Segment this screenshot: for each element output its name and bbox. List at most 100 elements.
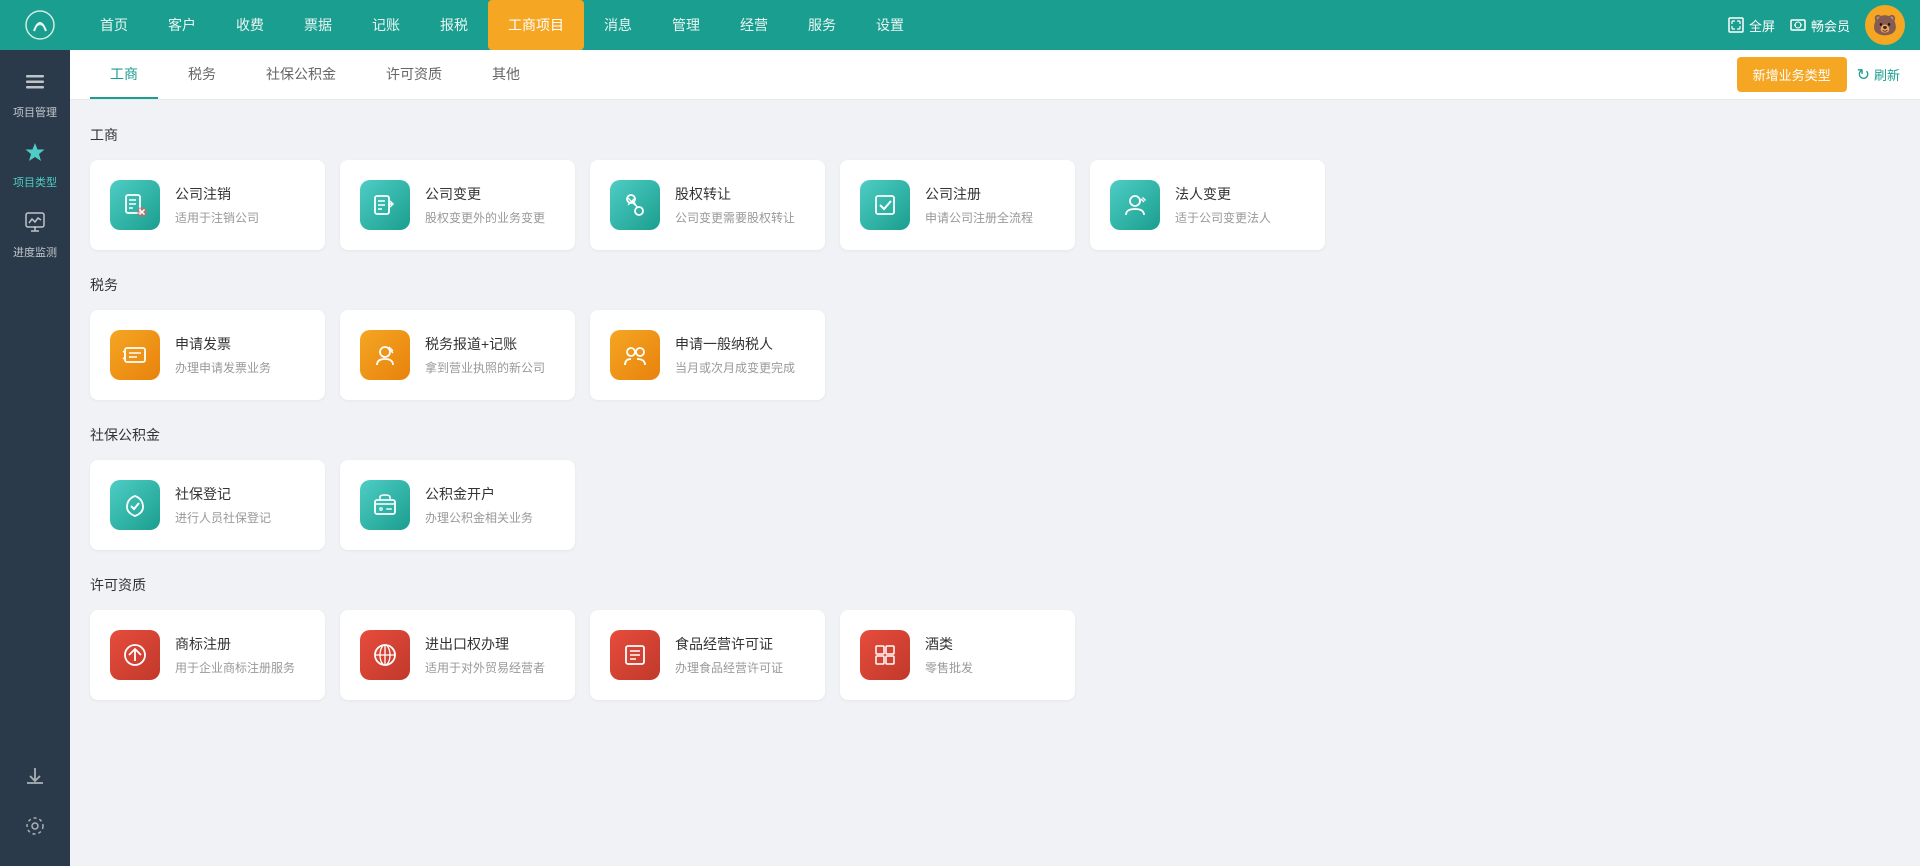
nav-item-设置[interactable]: 设置: [856, 0, 924, 50]
nav-item-工商项目[interactable]: 工商项目: [488, 0, 584, 50]
card-公司注册[interactable]: 公司注册申请公司注册全流程: [840, 160, 1075, 250]
card-公司变更[interactable]: 公司变更股权变更外的业务变更: [340, 160, 575, 250]
card-desc: 股权变更外的业务变更: [425, 209, 555, 226]
card-desc: 公司变更需要股权转让: [675, 209, 805, 226]
sidebar-bottom: [0, 756, 70, 846]
card-info: 法人变更适于公司变更法人: [1175, 184, 1305, 226]
card-title: 社保登记: [175, 484, 305, 504]
card-desc: 拿到营业执照的新公司: [425, 359, 555, 376]
nav-item-客户[interactable]: 客户: [148, 0, 216, 50]
nav-item-管理[interactable]: 管理: [652, 0, 720, 50]
list-icon: [24, 71, 46, 99]
nav-item-消息[interactable]: 消息: [584, 0, 652, 50]
card-税务报道+记账[interactable]: 税务报道+记账拿到营业执照的新公司: [340, 310, 575, 400]
card-desc: 申请公司注册全流程: [925, 209, 1055, 226]
card-title: 酒类: [925, 634, 1055, 654]
card-icon: [1110, 180, 1160, 230]
sidebar-item-project-type[interactable]: 项目类型: [0, 130, 70, 200]
nav-item-收费[interactable]: 收费: [216, 0, 284, 50]
card-info: 商标注册用于企业商标注册服务: [175, 634, 305, 676]
section-工商: 工商公司注销适用于注销公司公司变更股权变更外的业务变更股权转让公司变更需要股权转…: [90, 125, 1900, 250]
card-酒类[interactable]: 酒类零售批发: [840, 610, 1075, 700]
card-食品经营许可证[interactable]: 食品经营许可证办理食品经营许可证: [590, 610, 825, 700]
card-商标注册[interactable]: 商标注册用于企业商标注册服务: [90, 610, 325, 700]
card-desc: 办理公积金相关业务: [425, 509, 555, 526]
tab-社保公积金[interactable]: 社保公积金: [246, 50, 356, 99]
tab-许可资质[interactable]: 许可资质: [366, 50, 462, 99]
card-进出口权办理[interactable]: 进出口权办理适用于对外贸易经营者: [340, 610, 575, 700]
card-info: 申请一般纳税人当月或次月成变更完成: [675, 334, 805, 376]
section-许可资质: 许可资质商标注册用于企业商标注册服务 进出口权办理适用于对外贸易经营者食品经营许可…: [90, 575, 1900, 700]
card-title: 申请发票: [175, 334, 305, 354]
nav-item-票据[interactable]: 票据: [284, 0, 352, 50]
nav-item-首页[interactable]: 首页: [80, 0, 148, 50]
card-icon: [360, 480, 410, 530]
scroll-content[interactable]: 工商公司注销适用于注销公司公司变更股权变更外的业务变更股权转让公司变更需要股权转…: [70, 100, 1920, 866]
cards-grid: 社保登记进行人员社保登记 公积金开户办理公积金相关业务: [90, 460, 1900, 550]
sidebar-label-project-type: 项目类型: [13, 174, 57, 190]
card-申请一般纳税人[interactable]: 申请一般纳税人当月或次月成变更完成: [590, 310, 825, 400]
monitor-icon: [24, 211, 46, 239]
sidebar-label-project-management: 项目管理: [13, 104, 57, 120]
card-title: 股权转让: [675, 184, 805, 204]
card-desc: 用于企业商标注册服务: [175, 659, 305, 676]
card-title: 公司注销: [175, 184, 305, 204]
card-icon: [360, 180, 410, 230]
card-info: 申请发票办理申请发票业务: [175, 334, 305, 376]
card-info: 公司变更股权变更外的业务变更: [425, 184, 555, 226]
card-icon: [110, 630, 160, 680]
card-info: 公司注销适用于注销公司: [175, 184, 305, 226]
card-icon: [610, 630, 660, 680]
sidebar-download-btn[interactable]: [0, 756, 70, 796]
card-法人变更[interactable]: 法人变更适于公司变更法人: [1090, 160, 1325, 250]
nav-item-记账[interactable]: 记账: [352, 0, 420, 50]
new-business-type-button[interactable]: 新增业务类型: [1737, 57, 1847, 92]
card-社保登记[interactable]: 社保登记进行人员社保登记: [90, 460, 325, 550]
card-icon: [610, 180, 660, 230]
tab-工商[interactable]: 工商: [90, 50, 158, 99]
nav-item-服务[interactable]: 服务: [788, 0, 856, 50]
section-title: 社保公积金: [90, 425, 1900, 445]
sidebar-item-project-management[interactable]: 项目管理: [0, 60, 70, 130]
card-title: 公司变更: [425, 184, 555, 204]
cards-grid: 申请发票办理申请发票业务 税务报道+记账拿到营业执照的新公司 申请一般纳税人当月或次…: [90, 310, 1900, 400]
card-icon: [860, 630, 910, 680]
card-公积金开户[interactable]: 公积金开户办理公积金相关业务: [340, 460, 575, 550]
section-title: 许可资质: [90, 575, 1900, 595]
tab-税务[interactable]: 税务: [168, 50, 236, 99]
sidebar-settings-btn[interactable]: [0, 806, 70, 846]
card-icon: [110, 330, 160, 380]
app-logo: [10, 9, 70, 41]
card-info: 公积金开户办理公积金相关业务: [425, 484, 555, 526]
section-社保公积金: 社保公积金社保登记进行人员社保登记 公积金开户办理公积金相关业务: [90, 425, 1900, 550]
card-desc: 适于公司变更法人: [1175, 209, 1305, 226]
card-股权转让[interactable]: 股权转让公司变更需要股权转让: [590, 160, 825, 250]
section-税务: 税务申请发票办理申请发票业务 税务报道+记账拿到营业执照的新公司 申请一般纳税人当月…: [90, 275, 1900, 400]
card-desc: 适用于对外贸易经营者: [425, 659, 555, 676]
card-title: 税务报道+记账: [425, 334, 555, 354]
refresh-icon: ↻: [1857, 65, 1870, 85]
card-title: 法人变更: [1175, 184, 1305, 204]
section-title: 税务: [90, 275, 1900, 295]
star-icon: [24, 141, 46, 169]
nav-item-报税[interactable]: 报税: [420, 0, 488, 50]
card-info: 税务报道+记账拿到营业执照的新公司: [425, 334, 555, 376]
card-info: 公司注册申请公司注册全流程: [925, 184, 1055, 226]
sidebar-item-progress-monitor[interactable]: 进度监测: [0, 200, 70, 270]
refresh-button[interactable]: ↻ 刷新: [1857, 65, 1900, 85]
nav-item-经营[interactable]: 经营: [720, 0, 788, 50]
card-title: 公司注册: [925, 184, 1055, 204]
card-icon: [610, 330, 660, 380]
card-info: 进出口权办理适用于对外贸易经营者: [425, 634, 555, 676]
cards-grid: 商标注册用于企业商标注册服务 进出口权办理适用于对外贸易经营者食品经营许可证办理食…: [90, 610, 1900, 700]
vip-btn[interactable]: 畅会员: [1790, 16, 1850, 35]
tab-其他[interactable]: 其他: [472, 50, 540, 99]
sidebar: 项目管理 项目类型 进度监测: [0, 50, 70, 866]
card-申请发票[interactable]: 申请发票办理申请发票业务: [90, 310, 325, 400]
fullscreen-btn[interactable]: 全屏: [1728, 16, 1775, 35]
main-area: 项目管理 项目类型 进度监测: [0, 50, 1920, 866]
card-公司注销[interactable]: 公司注销适用于注销公司: [90, 160, 325, 250]
card-title: 商标注册: [175, 634, 305, 654]
user-avatar[interactable]: 🐻: [1865, 5, 1905, 45]
nav-menu: 首页客户收费票据记账报税工商项目消息管理经营服务设置: [80, 0, 1728, 50]
